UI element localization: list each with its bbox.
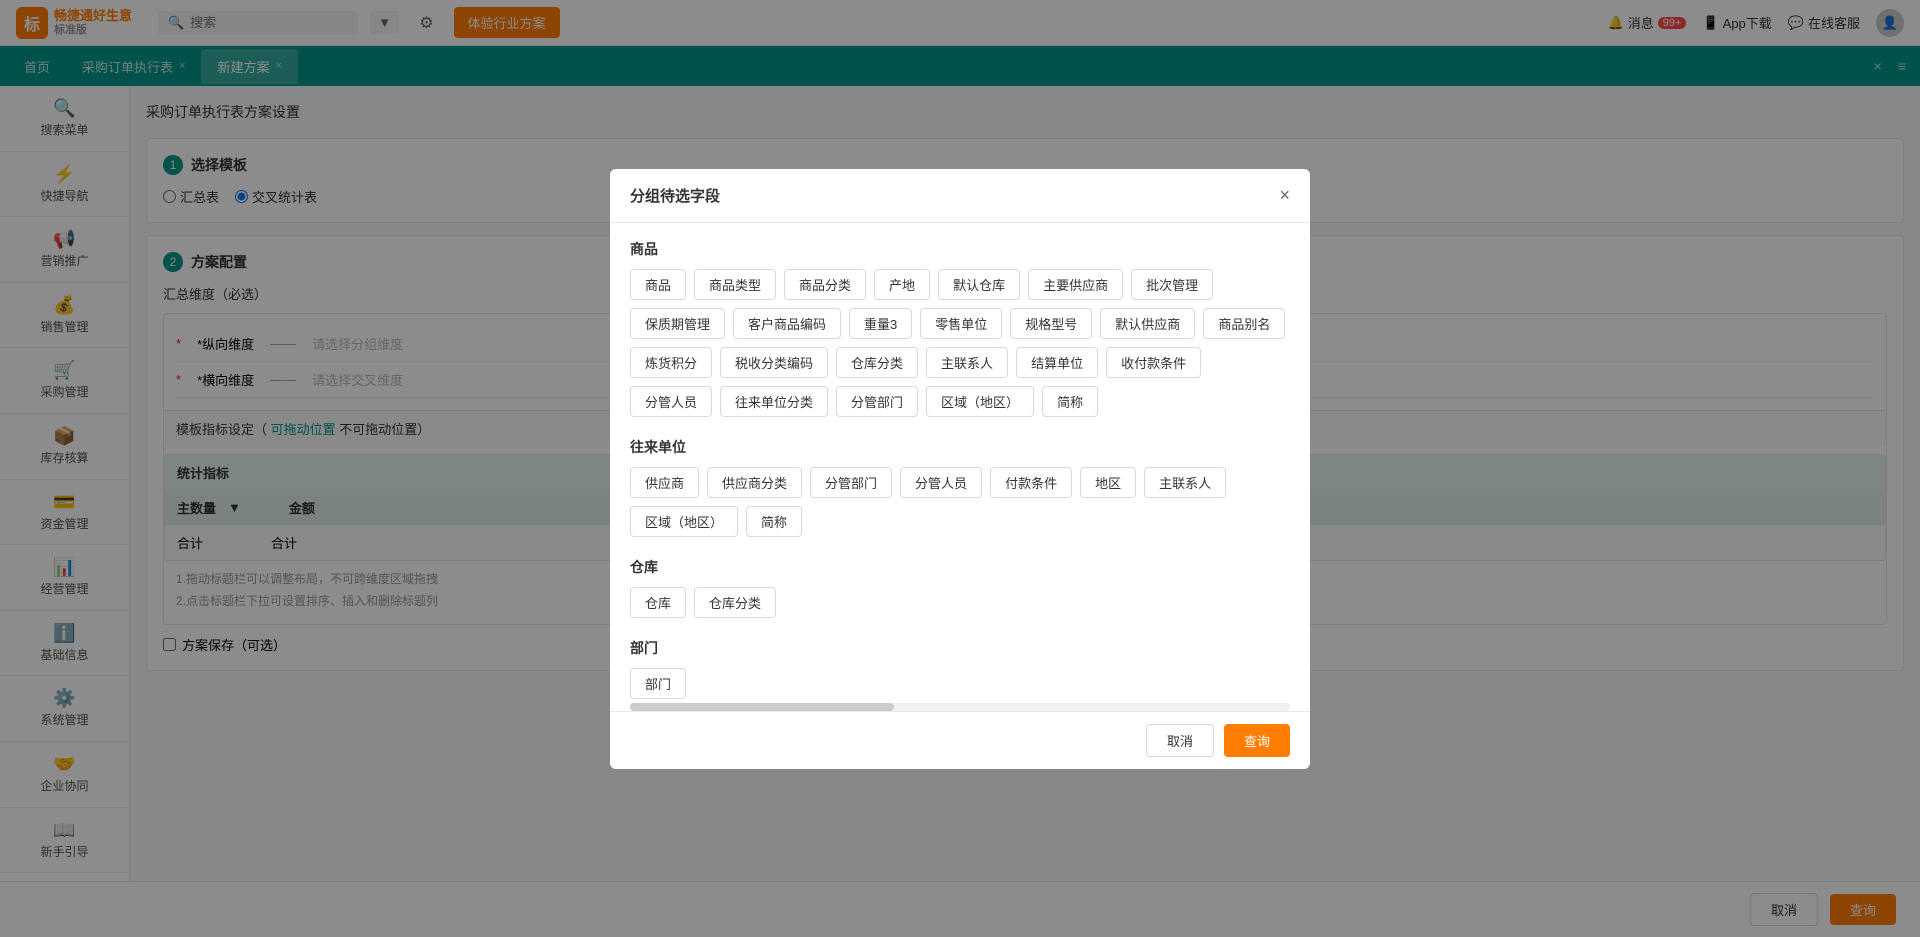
modal-horizontal-scrollbar[interactable] (630, 703, 1290, 711)
field-tag-0-0[interactable]: 商品 (630, 269, 686, 300)
field-tag-0-19[interactable]: 收付款条件 (1106, 347, 1201, 378)
field-tag-0-4[interactable]: 默认仓库 (938, 269, 1020, 300)
field-group-3: 部门部门 (630, 638, 1290, 699)
field-group-0: 商品商品商品类型商品分类产地默认仓库主要供应商批次管理保质期管理客户商品编码重量… (630, 239, 1290, 417)
field-tag-0-8[interactable]: 客户商品编码 (733, 308, 841, 339)
modal-footer: 取消 查询 (610, 711, 1310, 769)
field-tag-0-16[interactable]: 仓库分类 (836, 347, 918, 378)
field-tag-0-14[interactable]: 炼货积分 (630, 347, 712, 378)
field-tag-0-11[interactable]: 规格型号 (1010, 308, 1092, 339)
field-tag-1-6[interactable]: 主联系人 (1144, 467, 1226, 498)
modal-body: 商品商品商品类型商品分类产地默认仓库主要供应商批次管理保质期管理客户商品编码重量… (610, 223, 1310, 703)
field-group-2: 仓库仓库仓库分类 (630, 557, 1290, 618)
field-tag-0-9[interactable]: 重量3 (849, 308, 912, 339)
field-tag-1-1[interactable]: 供应商分类 (707, 467, 802, 498)
field-tag-1-5[interactable]: 地区 (1080, 467, 1136, 498)
field-tag-0-2[interactable]: 商品分类 (784, 269, 866, 300)
field-tag-2-1[interactable]: 仓库分类 (694, 587, 776, 618)
modal-cancel-button[interactable]: 取消 (1146, 724, 1214, 757)
field-tag-0-18[interactable]: 结算单位 (1016, 347, 1098, 378)
scrollbar-thumb[interactable] (630, 703, 894, 711)
field-tag-0-7[interactable]: 保质期管理 (630, 308, 725, 339)
field-group-title-1: 往来单位 (630, 437, 1290, 457)
field-tag-2-0[interactable]: 仓库 (630, 587, 686, 618)
field-tags-0: 商品商品类型商品分类产地默认仓库主要供应商批次管理保质期管理客户商品编码重量3 零… (630, 269, 1290, 417)
field-tags-2: 仓库仓库分类 (630, 587, 1290, 618)
modal-confirm-button[interactable]: 查询 (1224, 724, 1290, 757)
field-select-modal: 分组待选字段 × 商品商品商品类型商品分类产地默认仓库主要供应商批次管理保质期管… (610, 169, 1310, 769)
field-group-title-3: 部门 (630, 638, 1290, 658)
modal-close-button[interactable]: × (1279, 185, 1290, 206)
field-tag-1-4[interactable]: 付款条件 (990, 467, 1072, 498)
field-tags-1: 供应商供应商分类分管部门分管人员付款条件地区主联系人区域（地区） 简称 (630, 467, 1290, 537)
field-tag-1-0[interactable]: 供应商 (630, 467, 699, 498)
field-tag-0-13[interactable]: 商品别名 (1203, 308, 1285, 339)
field-tag-0-10[interactable]: 零售单位 (920, 308, 1002, 339)
field-tag-1-3[interactable]: 分管人员 (900, 467, 982, 498)
field-tag-0-17[interactable]: 主联系人 (926, 347, 1008, 378)
field-tag-1-7[interactable]: 区域（地区） (630, 506, 738, 537)
field-tag-0-1[interactable]: 商品类型 (694, 269, 776, 300)
field-tag-3-0[interactable]: 部门 (630, 668, 686, 699)
field-tag-0-6[interactable]: 批次管理 (1131, 269, 1213, 300)
field-tag-0-12[interactable]: 默认供应商 (1100, 308, 1195, 339)
field-tag-0-5[interactable]: 主要供应商 (1028, 269, 1123, 300)
field-tag-0-15[interactable]: 税收分类编码 (720, 347, 828, 378)
field-tag-1-8[interactable]: 简称 (746, 506, 802, 537)
modal-header: 分组待选字段 × (610, 169, 1310, 223)
field-tag-0-23[interactable]: 区域（地区） (926, 386, 1034, 417)
field-group-title-2: 仓库 (630, 557, 1290, 577)
field-tag-0-21[interactable]: 往来单位分类 (720, 386, 828, 417)
field-group-1: 往来单位供应商供应商分类分管部门分管人员付款条件地区主联系人区域（地区） 简称 (630, 437, 1290, 537)
field-tags-3: 部门 (630, 668, 1290, 699)
modal-overlay: 分组待选字段 × 商品商品商品类型商品分类产地默认仓库主要供应商批次管理保质期管… (0, 0, 1920, 937)
field-tag-0-24[interactable]: 简称 (1042, 386, 1098, 417)
modal-title: 分组待选字段 (630, 185, 720, 206)
field-tag-0-3[interactable]: 产地 (874, 269, 930, 300)
field-group-title-0: 商品 (630, 239, 1290, 259)
field-tag-1-2[interactable]: 分管部门 (810, 467, 892, 498)
field-tag-0-22[interactable]: 分管部门 (836, 386, 918, 417)
field-tag-0-20[interactable]: 分管人员 (630, 386, 712, 417)
